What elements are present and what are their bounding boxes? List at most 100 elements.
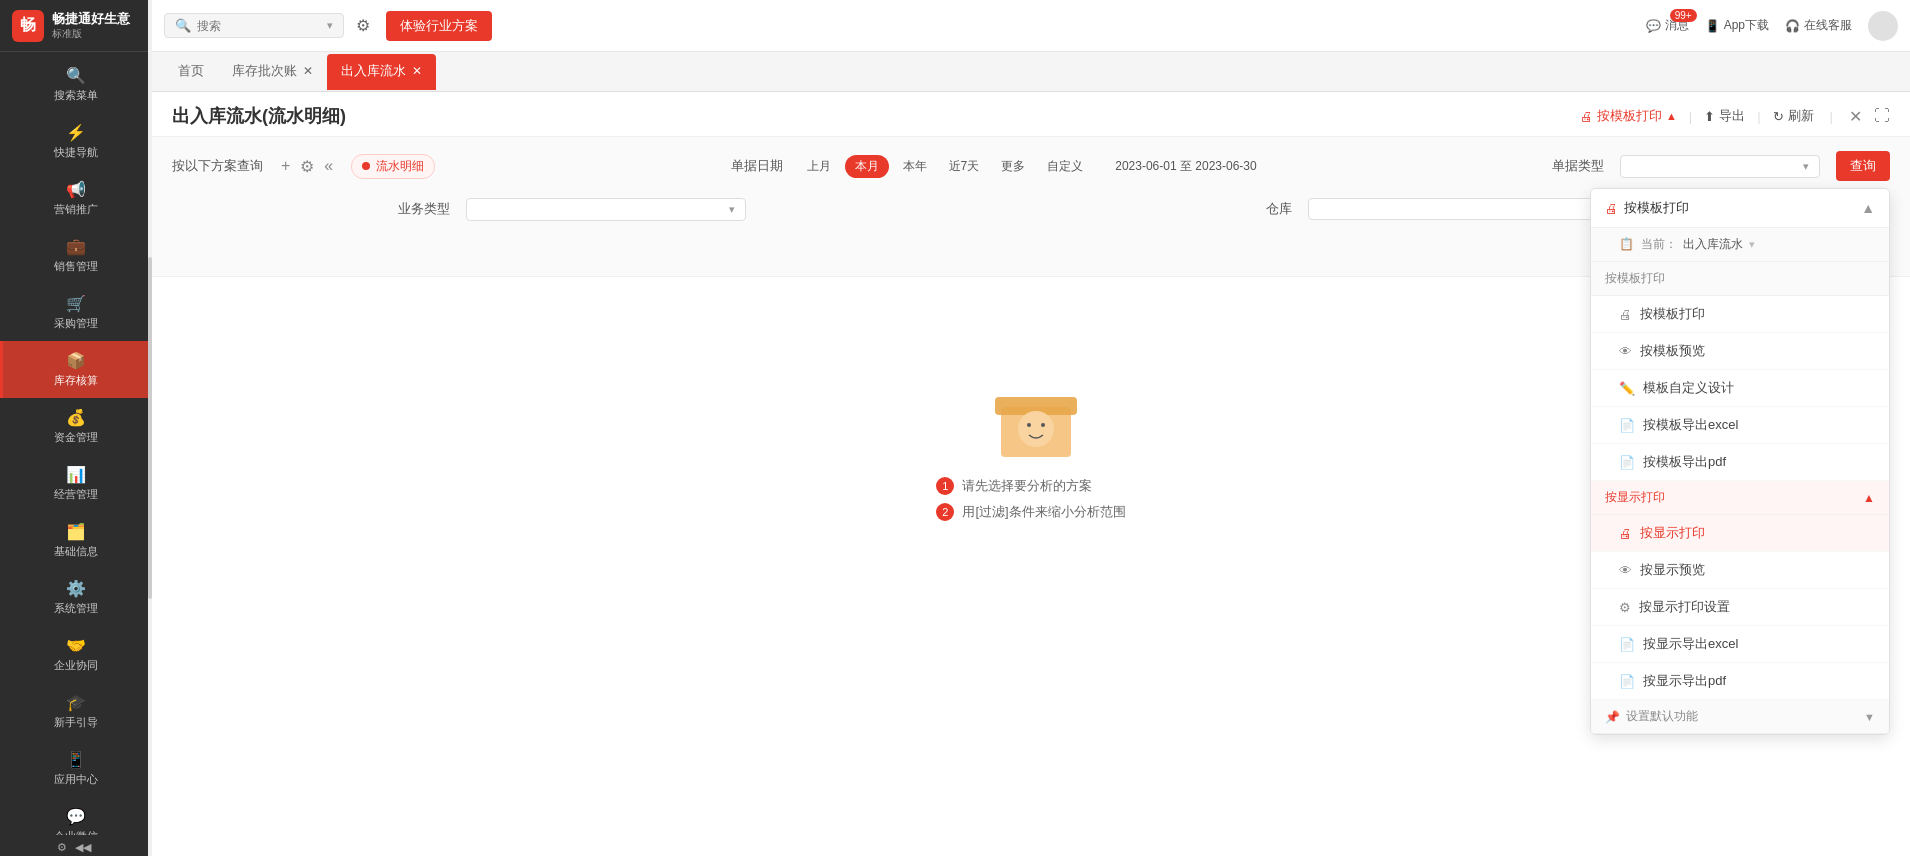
online-service-btn[interactable]: 🎧 在线客服: [1785, 17, 1852, 34]
svg-point-2: [1018, 411, 1054, 447]
dropdown-display-display_export_pdf[interactable]: 📄按显示导出pdf: [1591, 663, 1889, 700]
dropdown-template-template_preview[interactable]: 👁按模板预览: [1591, 333, 1889, 370]
query-btn[interactable]: 查询: [1836, 151, 1890, 181]
operations-icon: 📊: [66, 465, 86, 484]
dropdown-template-template_print[interactable]: 🖨 按模板打印: [1591, 296, 1889, 333]
tab-flow[interactable]: 出入库流水✕: [327, 54, 436, 90]
message-btn[interactable]: 💬 消息 99+: [1646, 17, 1689, 34]
template_custom-label: 模板自定义设计: [1643, 379, 1734, 397]
sidebar-item-shortcut[interactable]: ⚡快捷导航: [0, 113, 148, 170]
display-section-arrow[interactable]: ▲: [1863, 491, 1875, 505]
dropdown-display-display_export_excel[interactable]: 📄按显示导出excel: [1591, 626, 1889, 663]
sidebar-item-search[interactable]: 🔍搜索菜单: [0, 56, 148, 113]
doc-type-arrow: ▾: [1803, 160, 1809, 173]
page-expand-btn[interactable]: ⛶: [1874, 107, 1890, 125]
default-fn-arrow[interactable]: ▼: [1864, 711, 1875, 723]
sidebar-collapse-icon[interactable]: ◀◀: [75, 841, 91, 854]
sidebar-item-guide[interactable]: 🎓新手引导: [0, 683, 148, 740]
display_print_setting-icon: ⚙: [1619, 600, 1631, 615]
sidebar-item-basic[interactable]: 🗂️基础信息: [0, 512, 148, 569]
trial-btn[interactable]: 体验行业方案: [386, 11, 492, 41]
dropdown-display-display_print_setting[interactable]: ⚙按显示打印设置: [1591, 589, 1889, 626]
default-fn-section: 📌 设置默认功能 ▼: [1591, 700, 1889, 734]
doc-type-select[interactable]: ▾: [1620, 155, 1820, 178]
filter-collapse-btn[interactable]: «: [322, 155, 335, 177]
date-btn-custom[interactable]: 自定义: [1039, 155, 1091, 178]
sidebar-item-finance[interactable]: 💰资金管理: [0, 398, 148, 455]
template-section-title: 按模板打印: [1605, 270, 1665, 287]
filter-add-btn[interactable]: +: [279, 155, 292, 177]
tab-label-home: 首页: [178, 62, 204, 80]
tab-inventory_batch[interactable]: 库存批次账✕: [218, 54, 327, 90]
date-btn-this_year[interactable]: 本年: [895, 155, 935, 178]
template_preview-icon: 👁: [1619, 344, 1632, 359]
svg-point-4: [1041, 423, 1045, 427]
dropdown-current-tag: 📋 当前： 出入库流水 ▾: [1591, 228, 1889, 262]
sidebar-item-system[interactable]: ⚙️系统管理: [0, 569, 148, 626]
topbar-right: 💬 消息 99+ 📱 App下载 🎧 在线客服: [1646, 11, 1898, 41]
date-btn-last_month[interactable]: 上月: [799, 155, 839, 178]
app-download-btn[interactable]: 📱 App下载: [1705, 17, 1769, 34]
date-label: 单据日期: [731, 157, 783, 175]
export-btn[interactable]: ⬆ 导出: [1704, 107, 1745, 125]
tab-bar: 首页库存批次账✕出入库流水✕: [152, 52, 1910, 92]
sidebar-item-operations[interactable]: 📊经营管理: [0, 455, 148, 512]
date-btn-last7[interactable]: 近7天: [941, 155, 988, 178]
print-template-label: 按模板打印: [1597, 107, 1662, 125]
marketing-icon: 📢: [66, 180, 86, 199]
dropdown-template-template_export_pdf[interactable]: 📄按模板导出pdf: [1591, 444, 1889, 481]
search-dropdown-btn[interactable]: ▾: [327, 19, 333, 32]
refresh-btn[interactable]: ↻ 刷新: [1773, 107, 1814, 125]
business-type-select[interactable]: ▾: [466, 198, 746, 221]
step-num-1: 1: [936, 477, 954, 495]
user-avatar[interactable]: [1868, 11, 1898, 41]
dropdown-title-text: 按模板打印: [1624, 199, 1689, 217]
topbar-gear-icon[interactable]: ⚙: [356, 16, 370, 35]
sidebar-item-marketing[interactable]: 📢营销推广: [0, 170, 148, 227]
system-icon: ⚙️: [66, 579, 86, 598]
print-template-btn[interactable]: 🖨 按模板打印 ▲: [1580, 107, 1677, 125]
sidebar-settings-icon[interactable]: ⚙: [57, 841, 67, 854]
sidebar-item-wechat[interactable]: 💬企业微信: [0, 797, 148, 835]
sidebar-item-purchase[interactable]: 🛒采购管理: [0, 284, 148, 341]
topbar-search-box[interactable]: 🔍 ▾: [164, 13, 344, 38]
service-icon: 🎧: [1785, 19, 1800, 33]
tab-home[interactable]: 首页: [164, 54, 218, 90]
template_custom-icon: ✏️: [1619, 381, 1635, 396]
sidebar-item-sales[interactable]: 💼销售管理: [0, 227, 148, 284]
step-text-1: 请先选择要分析的方案: [962, 477, 1092, 495]
sidebar: 畅 畅捷通好生意 标准版 🔍搜索菜单⚡快捷导航📢营销推广💼销售管理🛒采购管理📦库…: [0, 0, 148, 856]
display_print-icon: 🖨: [1619, 526, 1632, 541]
date-btn-this_month[interactable]: 本月: [845, 155, 889, 178]
template_print-label: 按模板打印: [1640, 305, 1705, 323]
search-input[interactable]: [197, 19, 321, 33]
date-range: 2023-06-01 至 2023-06-30: [1115, 158, 1256, 175]
dropdown-header: 🖨 按模板打印 ▲: [1591, 189, 1889, 228]
empty-step-2: 2用[过滤]条件来缩小分析范围: [936, 503, 1125, 521]
dropdown-collapse-btn[interactable]: ▲: [1861, 200, 1875, 216]
tab-close-flow[interactable]: ✕: [412, 64, 422, 78]
dropdown-template-template_export_excel[interactable]: 📄按模板导出excel: [1591, 407, 1889, 444]
template_print-icon: 🖨: [1619, 307, 1632, 322]
sales-icon: 💼: [66, 237, 86, 256]
search-icon: 🔍: [175, 18, 191, 33]
sidebar-item-apps[interactable]: 📱应用中心: [0, 740, 148, 797]
app-download-label: App下载: [1724, 17, 1769, 34]
page-title: 出入库流水(流水明细): [172, 104, 346, 128]
tab-close-inventory_batch[interactable]: ✕: [303, 64, 313, 78]
page-close-btn[interactable]: ✕: [1849, 107, 1862, 126]
display_export_pdf-icon: 📄: [1619, 674, 1635, 689]
action-divider: |: [1689, 109, 1692, 124]
dropdown-display-display_preview[interactable]: 👁按显示预览: [1591, 552, 1889, 589]
current-label: 当前：: [1641, 236, 1677, 253]
sidebar-item-inventory[interactable]: 📦库存核算: [0, 341, 148, 398]
sidebar-item-enterprise[interactable]: 🤝企业协同: [0, 626, 148, 683]
enterprise-icon: 🤝: [66, 636, 86, 655]
date-btn-more[interactable]: 更多: [993, 155, 1033, 178]
filter-scheme-label: 按以下方案查询: [172, 157, 263, 175]
dropdown-template-template_custom[interactable]: ✏️ 模板自定义设计: [1591, 370, 1889, 407]
sidebar-nav: 🔍搜索菜单⚡快捷导航📢营销推广💼销售管理🛒采购管理📦库存核算💰资金管理📊经营管理…: [0, 52, 148, 835]
filter-setting-btn[interactable]: ⚙: [298, 155, 316, 178]
dropdown-display-display_print[interactable]: 🖨按显示打印: [1591, 515, 1889, 552]
filter-tag[interactable]: 流水明细: [351, 154, 435, 179]
